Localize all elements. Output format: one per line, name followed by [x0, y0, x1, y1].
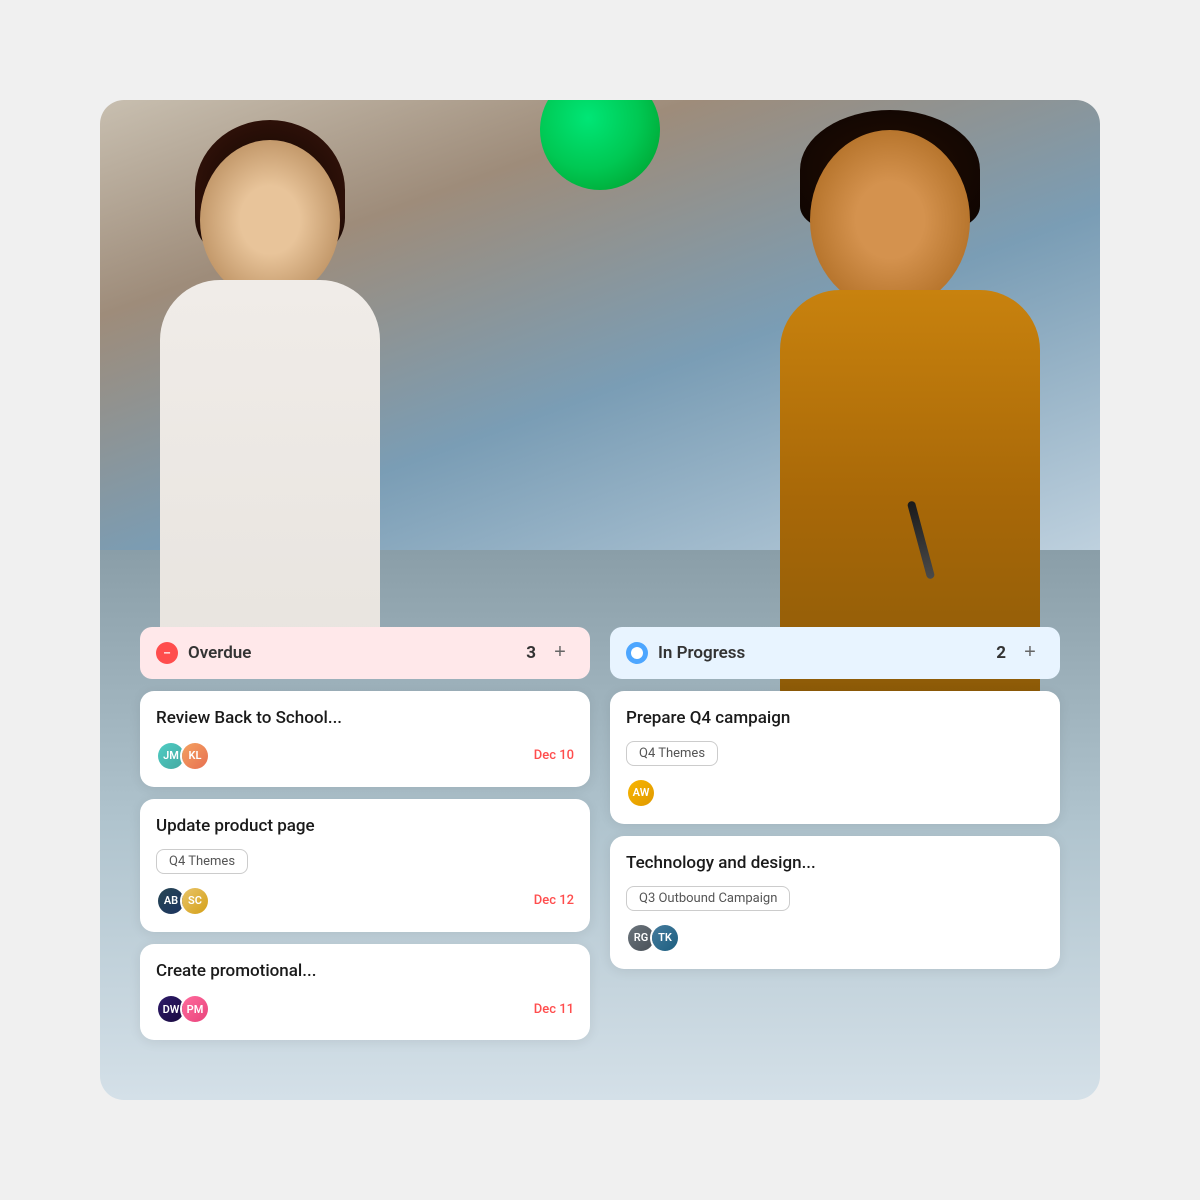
task-3-footer: DW PM Dec 11 [156, 994, 574, 1024]
task-3-title: Create promotional... [156, 960, 574, 982]
in-progress-status-icon [626, 642, 648, 664]
task-card-2[interactable]: Update product page Q4 Themes AB SC Dec … [140, 799, 590, 932]
task-1-title: Review Back to School... [156, 707, 574, 729]
task-4-footer: AW [626, 778, 1044, 808]
in-progress-label: In Progress [658, 643, 986, 663]
overdue-icon-symbol: – [163, 646, 171, 660]
person-left-head [200, 140, 340, 300]
in-progress-column: In Progress 2 + Prepare Q4 campaign Q4 T… [610, 627, 1060, 1040]
task-card-4[interactable]: Prepare Q4 campaign Q4 Themes AW [610, 691, 1060, 824]
task-card-5[interactable]: Technology and design... Q3 Outbound Cam… [610, 836, 1060, 969]
task-2-tag: Q4 Themes [156, 849, 574, 886]
task-2-avatars: AB SC [156, 886, 204, 916]
overdue-status-icon: – [156, 642, 178, 664]
avatar-4a: AW [626, 778, 656, 808]
in-progress-icon-symbol [631, 647, 643, 659]
task-2-title: Update product page [156, 815, 574, 837]
task-2-tag-label: Q4 Themes [156, 849, 248, 874]
task-1-due-date: Dec 10 [534, 748, 574, 763]
task-2-footer: AB SC Dec 12 [156, 886, 574, 916]
avatar-2b: SC [180, 886, 210, 916]
task-4-avatars: AW [626, 778, 650, 808]
overdue-add-button[interactable]: + [546, 639, 574, 667]
avatar-1b: KL [180, 741, 210, 771]
task-2-due-date: Dec 12 [534, 893, 574, 908]
task-5-tag-wrapper: Q3 Outbound Campaign [626, 886, 1044, 923]
overdue-column: – Overdue 3 + Review Back to School... J… [140, 627, 590, 1040]
avatar-3b: PM [180, 994, 210, 1024]
task-4-tag-wrapper: Q4 Themes [626, 741, 1044, 778]
task-4-title: Prepare Q4 campaign [626, 707, 1044, 729]
cards-overlay: – Overdue 3 + Review Back to School... J… [140, 627, 1060, 1040]
person-right-head [810, 130, 970, 310]
task-1-footer: JM KL Dec 10 [156, 741, 574, 771]
task-4-tag-label: Q4 Themes [626, 741, 718, 766]
task-card-3[interactable]: Create promotional... DW PM Dec 11 [140, 944, 590, 1040]
in-progress-column-header: In Progress 2 + [610, 627, 1060, 679]
overdue-label: Overdue [188, 643, 516, 663]
task-5-avatars: RG TK [626, 923, 674, 953]
task-card-1[interactable]: Review Back to School... JM KL Dec 10 [140, 691, 590, 787]
in-progress-count: 2 [996, 643, 1006, 663]
task-5-tag-label: Q3 Outbound Campaign [626, 886, 790, 911]
task-5-footer: RG TK [626, 923, 1044, 953]
in-progress-add-button[interactable]: + [1016, 639, 1044, 667]
person-left-body [160, 280, 380, 660]
app-container: – Overdue 3 + Review Back to School... J… [100, 100, 1100, 1100]
overdue-count: 3 [526, 643, 536, 663]
task-3-avatars: DW PM [156, 994, 204, 1024]
task-5-title: Technology and design... [626, 852, 1044, 874]
overdue-column-header: – Overdue 3 + [140, 627, 590, 679]
task-3-due-date: Dec 11 [534, 1002, 574, 1017]
task-1-avatars: JM KL [156, 741, 204, 771]
avatar-5b: TK [650, 923, 680, 953]
